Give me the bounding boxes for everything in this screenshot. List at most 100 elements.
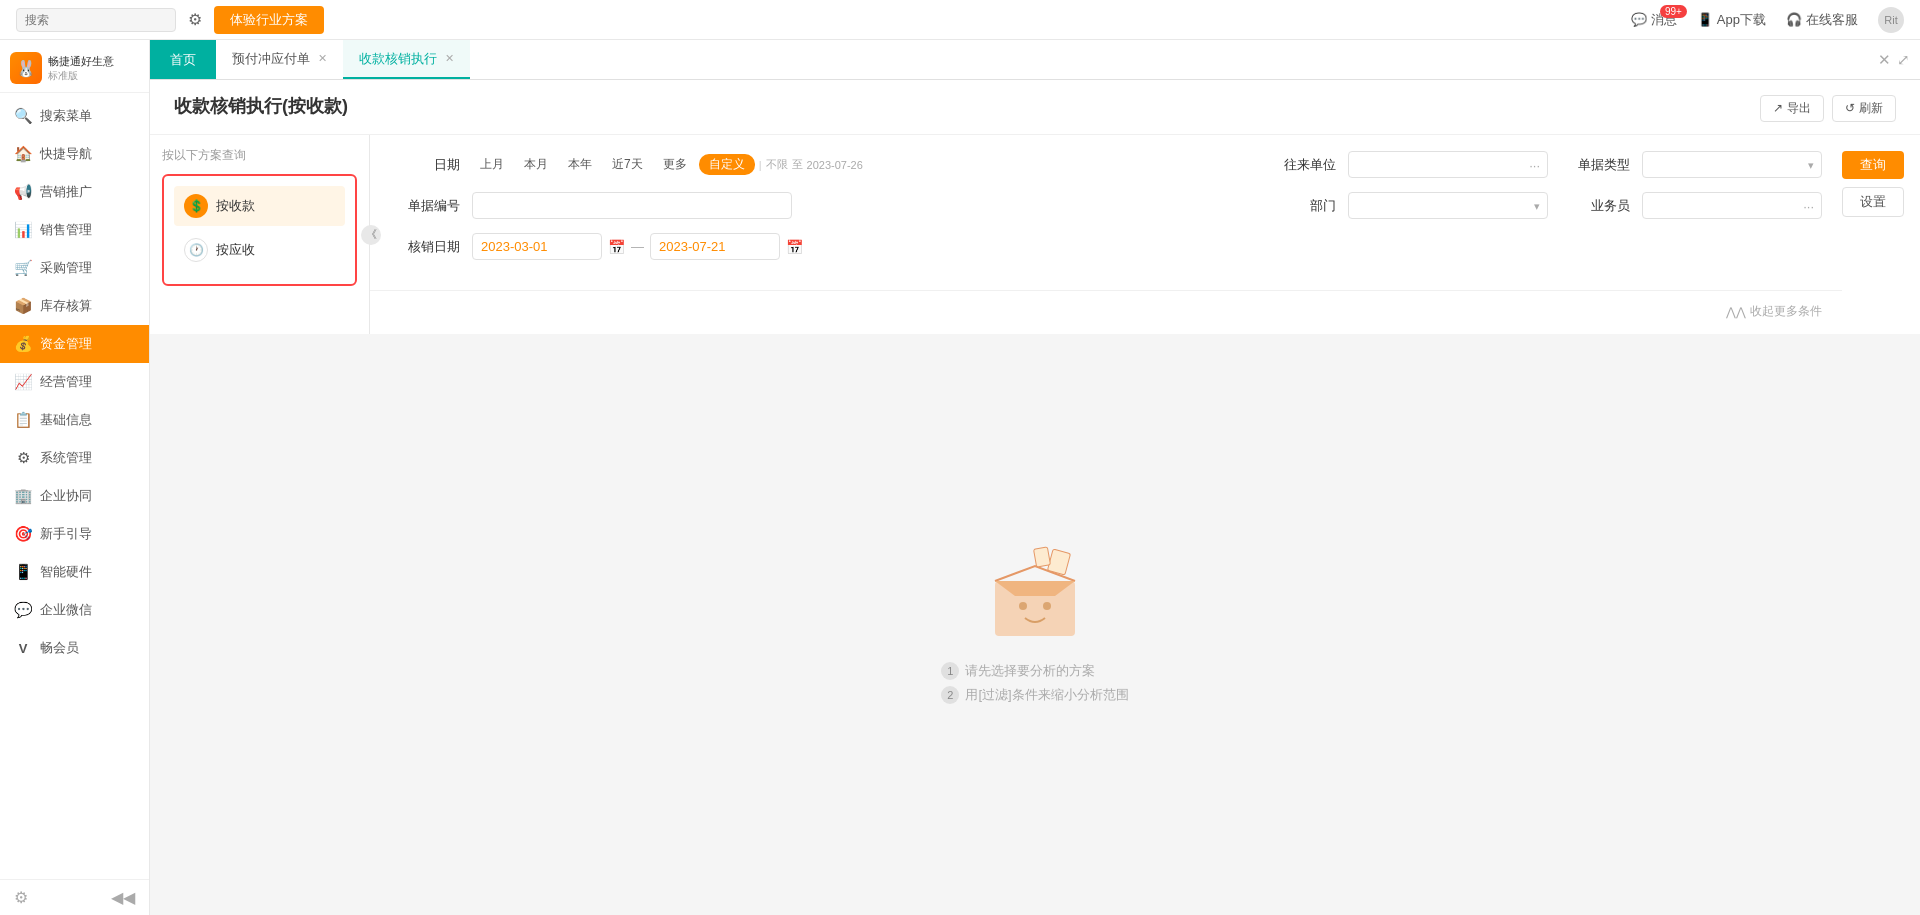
export-btn[interactable]: ↗ 导出: [1760, 95, 1824, 122]
date-opt-more[interactable]: 更多: [655, 154, 695, 175]
tab-writeoff-close[interactable]: ✕: [445, 52, 454, 65]
staff-input[interactable]: [1642, 192, 1822, 219]
filter-card: 按以下方案查询 💲 按收款 🕐 按应收 《: [150, 135, 1920, 334]
setting-btn[interactable]: 设置: [1842, 187, 1904, 217]
search-input[interactable]: [16, 8, 176, 32]
staff-label: 业务员: [1560, 197, 1630, 215]
department-select[interactable]: [1348, 192, 1548, 219]
refresh-icon: ↺: [1845, 101, 1855, 115]
content-wrapper: 收款核销执行(按收款) ↗ 导出 ↺ 刷新 按以: [150, 80, 1920, 915]
gear-icon[interactable]: ⚙: [188, 10, 202, 29]
sidebar-item-label: 畅会员: [40, 639, 79, 657]
tab-prepay-close[interactable]: ✕: [318, 52, 327, 65]
refresh-btn[interactable]: ↺ 刷新: [1832, 95, 1896, 122]
sidebar-item-label: 智能硬件: [40, 563, 92, 581]
voucher-type-select[interactable]: [1642, 151, 1822, 178]
sidebar-nav: 🔍 搜索菜单 🏠 快捷导航 📢 营销推广 📊 销售管理 🛒 采购管理 📦: [0, 93, 149, 879]
filter-panel-collapse-btn[interactable]: 《: [361, 225, 381, 245]
settings-icon[interactable]: ⚙: [14, 888, 28, 907]
cal-end-icon[interactable]: 📅: [786, 239, 803, 255]
writeoff-date-range: 📅 — 📅: [472, 233, 803, 260]
sidebar-item-basic-info[interactable]: 📋 基础信息: [0, 401, 149, 439]
inventory-icon: 📦: [14, 297, 32, 315]
sidebar-item-inventory[interactable]: 📦 库存核算: [0, 287, 149, 325]
date-to: 至: [792, 157, 803, 172]
sidebar-item-quick-nav[interactable]: 🏠 快捷导航: [0, 135, 149, 173]
counterpart-input[interactable]: [1348, 151, 1548, 178]
date-opt-7days[interactable]: 近7天: [604, 154, 651, 175]
empty-hint-1: 1 请先选择要分析的方案: [941, 662, 1128, 680]
online-service-btn[interactable]: 🎧 在线客服: [1786, 11, 1858, 29]
hardware-icon: 📱: [14, 563, 32, 581]
filter-option-by-receivable[interactable]: 🕐 按应收: [174, 230, 345, 270]
date-opt-last-month[interactable]: 上月: [472, 154, 512, 175]
hint-num-2: 2: [941, 686, 959, 704]
svg-rect-3: [1047, 549, 1070, 575]
avatar: Rit: [1878, 7, 1904, 33]
sidebar-item-label: 采购管理: [40, 259, 92, 277]
writeoff-start-wrap: [472, 233, 602, 260]
writeoff-end-input[interactable]: [650, 233, 780, 260]
sidebar-item-purchase[interactable]: 🛒 采购管理: [0, 249, 149, 287]
sidebar-item-wechat[interactable]: 💬 企业微信: [0, 591, 149, 629]
tab-writeoff[interactable]: 收款核销执行 ✕: [343, 40, 470, 79]
date-opt-this-year[interactable]: 本年: [560, 154, 600, 175]
enterprise-icon: 🏢: [14, 487, 32, 505]
sidebar-item-operation[interactable]: 📈 经营管理: [0, 363, 149, 401]
message-btn[interactable]: 💬 消息 99+: [1631, 11, 1677, 29]
sidebar-item-system[interactable]: ⚙ 系统管理: [0, 439, 149, 477]
close-tab-icon[interactable]: ✕: [1878, 51, 1891, 69]
filter-row-1: 日期 上月 本月 本年 近7天 更多 自定义 | 不限: [390, 151, 1822, 178]
collapse-up-icon: ⋀⋀: [1726, 305, 1746, 319]
collapse-sidebar-icon[interactable]: ◀◀: [111, 888, 135, 907]
message-badge: 99+: [1660, 5, 1687, 18]
industry-btn[interactable]: 体验行业方案: [214, 6, 324, 34]
sidebar: 🐰 畅捷通好生意 标准版 🔍 搜索菜单 🏠 快捷导航 📢 营销推广 📊 销售管理: [0, 40, 150, 915]
sales-icon: 📊: [14, 221, 32, 239]
sidebar-item-search-menu[interactable]: 🔍 搜索菜单: [0, 97, 149, 135]
voucher-type-wrap: ▾: [1642, 151, 1822, 178]
sidebar-item-sales[interactable]: 📊 销售管理: [0, 211, 149, 249]
voucher-type-label: 单据类型: [1560, 156, 1630, 174]
hint-text-2: 用[过滤]条件来缩小分析范围: [965, 686, 1128, 704]
sidebar-item-enterprise[interactable]: 🏢 企业协同: [0, 477, 149, 515]
sidebar-item-label: 库存核算: [40, 297, 92, 315]
top-bar: ⚙ 体验行业方案 💬 消息 99+ 📱 App下载 🎧 在线客服 Rit: [0, 0, 1920, 40]
empty-icon: [975, 546, 1095, 646]
sidebar-item-guide[interactable]: 🎯 新手引导: [0, 515, 149, 553]
hint-text-1: 请先选择要分析的方案: [965, 662, 1095, 680]
tab-writeoff-label: 收款核销执行: [359, 50, 437, 68]
sidebar-item-label: 快捷导航: [40, 145, 92, 163]
page-title: 收款核销执行(按收款): [174, 94, 348, 118]
filter-main-area: 日期 上月 本月 本年 近7天 更多 自定义 | 不限: [370, 135, 1842, 334]
staff-dots-icon[interactable]: ···: [1803, 198, 1814, 213]
filter-option-by-receipt[interactable]: 💲 按收款: [174, 186, 345, 226]
tab-home[interactable]: 首页: [150, 40, 216, 79]
tab-prepay[interactable]: 预付冲应付单 ✕: [216, 40, 343, 79]
sidebar-item-marketing[interactable]: 📢 营销推广: [0, 173, 149, 211]
sidebar-logo: 🐰 畅捷通好生意 标准版: [0, 40, 149, 93]
basic-info-icon: 📋: [14, 411, 32, 429]
date-opt-custom[interactable]: 自定义: [699, 154, 755, 175]
voucher-input[interactable]: [472, 192, 792, 219]
svg-rect-4: [1034, 546, 1051, 566]
sidebar-item-hardware[interactable]: 📱 智能硬件: [0, 553, 149, 591]
user-avatar[interactable]: Rit: [1878, 7, 1904, 33]
operation-icon: 📈: [14, 373, 32, 391]
department-label: 部门: [1266, 197, 1336, 215]
cal-start-icon[interactable]: 📅: [608, 239, 625, 255]
sidebar-item-finance[interactable]: 💰 资金管理: [0, 325, 149, 363]
voucher-type-arrow: ▾: [1808, 158, 1814, 171]
expand-tab-icon[interactable]: ⤢: [1897, 51, 1910, 69]
writeoff-start-input[interactable]: [472, 233, 602, 260]
staff-input-wrap: ···: [1642, 192, 1822, 219]
counterpart-label: 往来单位: [1266, 156, 1336, 174]
counterpart-dots-icon[interactable]: ···: [1529, 157, 1540, 172]
query-btn[interactable]: 查询: [1842, 151, 1904, 179]
counterpart-input-wrap: ···: [1348, 151, 1548, 178]
sidebar-item-vip[interactable]: V 畅会员: [0, 629, 149, 667]
filter-row-2: 单据编号 部门 ▾ 业务员: [390, 192, 1822, 219]
date-opt-this-month[interactable]: 本月: [516, 154, 556, 175]
app-download-btn[interactable]: 📱 App下载: [1697, 11, 1766, 29]
collapse-more-btn[interactable]: ⋀⋀ 收起更多条件: [1726, 297, 1822, 326]
